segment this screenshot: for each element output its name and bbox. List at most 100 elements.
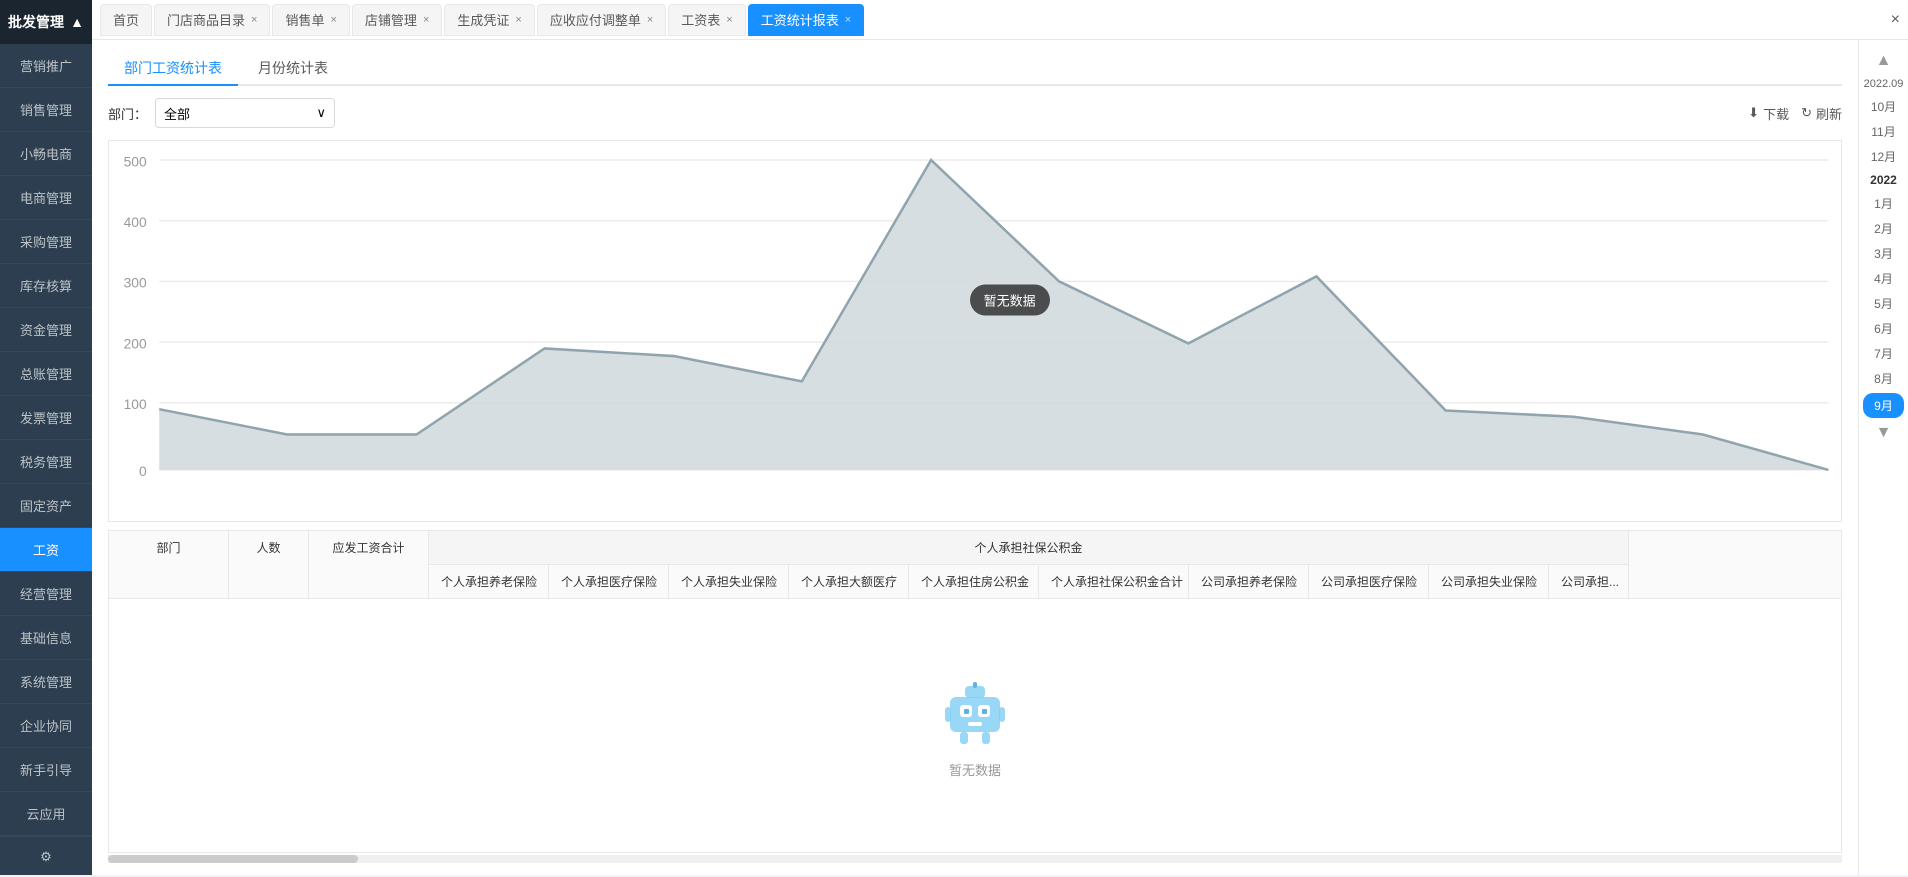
sidebar-item-工资[interactable]: 工资 — [0, 528, 92, 572]
sidebar-item-税务管理[interactable]: 税务管理 — [0, 440, 92, 484]
timeline-item-3月[interactable]: 3月 — [1859, 241, 1908, 266]
svg-text:100: 100 — [124, 396, 147, 412]
tab-close-icon[interactable]: × — [515, 14, 521, 26]
tab-首页[interactable]: 首页 — [100, 4, 152, 36]
tab-工资表[interactable]: 工资表 × — [668, 4, 745, 36]
refresh-icon: ↻ — [1801, 105, 1812, 121]
timeline-item-5月[interactable]: 5月 — [1859, 291, 1908, 316]
sidebar-item-营销推广[interactable]: 营销推广 — [0, 44, 92, 88]
chart-area: 500 400 300 200 100 0 — [108, 140, 1842, 522]
table-header-col-公司承担医疗保险: 公司承担医疗保险 — [1309, 565, 1429, 598]
timeline-item-6月[interactable]: 6月 — [1859, 316, 1908, 341]
horizontal-scrollbar[interactable] — [108, 855, 1842, 863]
table-header-人数: 人数 — [229, 531, 309, 598]
table-header-col-个人承担社保公积金合计: 个人承担社保公积金合计 — [1039, 565, 1189, 598]
tab-close-icon[interactable]: × — [726, 14, 732, 26]
sidebar-footer-settings[interactable]: ⚙ — [0, 836, 92, 877]
timeline-item-8月[interactable]: 8月 — [1859, 366, 1908, 391]
timeline-item-4月[interactable]: 4月 — [1859, 266, 1908, 291]
table-body: 暂无数据 — [109, 599, 1841, 852]
inner-content: 部门工资统计表月份统计表 部门： 全部 ∨ ⬇ 下载 ↻ — [92, 40, 1858, 875]
tab-生成凭证[interactable]: 生成凭证× — [444, 4, 534, 36]
timeline-sidebar: ▲ 2022.09 10月11月12月20221月2月3月4月5月6月7月8月9… — [1858, 40, 1908, 875]
timeline-item-12月[interactable]: 12月 — [1859, 144, 1908, 169]
sidebar-item-固定资产[interactable]: 固定资产 — [0, 484, 92, 528]
sidebar-items: 营销推广销售管理小畅电商电商管理采购管理库存核算资金管理总账管理发票管理税务管理… — [0, 44, 92, 836]
sidebar-item-采购管理[interactable]: 采购管理 — [0, 220, 92, 264]
sidebar-item-小畅电商[interactable]: 小畅电商 — [0, 132, 92, 176]
table-header-group-social: 个人承担社保公积金个人承担养老保险个人承担医疗保险个人承担失业保险个人承担大额医… — [429, 531, 1629, 598]
sidebar-item-资金管理[interactable]: 资金管理 — [0, 308, 92, 352]
timeline-item-1月[interactable]: 1月 — [1859, 191, 1908, 216]
refresh-label: 刷新 — [1816, 104, 1842, 123]
sidebar-item-系统管理[interactable]: 系统管理 — [0, 660, 92, 704]
tab-label: 应收应付调整单 — [550, 10, 641, 29]
tab-label: 首页 — [113, 10, 139, 29]
sidebar-item-总账管理[interactable]: 总账管理 — [0, 352, 92, 396]
no-data-area: 暂无数据 — [935, 672, 1015, 779]
tab-close-icon[interactable]: × — [647, 14, 653, 26]
timeline-year-header: 2022.09 — [1862, 74, 1906, 94]
tab-门店商品目录[interactable]: 门店商品目录× — [154, 4, 270, 36]
timeline-item-10月[interactable]: 10月 — [1859, 94, 1908, 119]
timeline-item-7月[interactable]: 7月 — [1859, 341, 1908, 366]
table-group-title: 个人承担社保公积金 — [429, 531, 1629, 565]
sidebar-item-基础信息[interactable]: 基础信息 — [0, 616, 92, 660]
sub-tab-部门工资统计表[interactable]: 部门工资统计表 — [108, 52, 238, 86]
table-area: 部门人数应发工资合计个人承担社保公积金个人承担养老保险个人承担医疗保险个人承担失… — [108, 530, 1842, 853]
sidebar-item-销售管理[interactable]: 销售管理 — [0, 88, 92, 132]
sidebar-item-企业协同[interactable]: 企业协同 — [0, 704, 92, 748]
timeline-item-2月[interactable]: 2月 — [1859, 216, 1908, 241]
toolbar-buttons: ⬇ 下载 ↻ 刷新 — [1748, 104, 1842, 123]
sidebar-header[interactable]: 批发管理 ▲ — [0, 0, 92, 44]
tab-应收应付调整单[interactable]: 应收应付调整单 × — [537, 4, 666, 36]
svg-text:0: 0 — [139, 463, 147, 479]
sidebar-item-电商管理[interactable]: 电商管理 — [0, 176, 92, 220]
timeline-down-arrow[interactable]: ▼ — [1872, 420, 1896, 446]
timeline-item-11月[interactable]: 11月 — [1859, 119, 1908, 144]
tab-close-icon[interactable]: × — [423, 14, 429, 26]
sidebar-item-新手引导[interactable]: 新手引导 — [0, 748, 92, 792]
close-all-tabs-button[interactable]: × — [1891, 11, 1900, 29]
tab-label: 工资表 — [681, 10, 720, 29]
chart-no-data-text: 暂无数据 — [984, 294, 1036, 309]
dept-filter: 部门： 全部 ∨ — [108, 98, 335, 128]
sub-tab-月份统计表[interactable]: 月份统计表 — [242, 52, 344, 86]
sidebar-item-库存核算[interactable]: 库存核算 — [0, 264, 92, 308]
table-header-col-个人承担医疗保险: 个人承担医疗保险 — [549, 565, 669, 598]
sidebar-title: 批发管理 — [8, 12, 64, 32]
timeline-item-2022[interactable]: 2022 — [1859, 169, 1908, 191]
svg-text:200: 200 — [124, 335, 147, 351]
dept-label: 部门： — [108, 104, 147, 123]
refresh-button[interactable]: ↻ 刷新 — [1801, 104, 1842, 123]
table-header-col-个人承担养老保险: 个人承担养老保险 — [429, 565, 549, 598]
sidebar-item-发票管理[interactable]: 发票管理 — [0, 396, 92, 440]
sidebar-item-经营管理[interactable]: 经营管理 — [0, 572, 92, 616]
tab-店铺管理[interactable]: 店铺管理 × — [352, 4, 442, 36]
download-icon: ⬇ — [1748, 105, 1759, 121]
table-header-col-个人承担大额医疗: 个人承担大额医疗 — [789, 565, 909, 598]
dept-select[interactable]: 全部 ∨ — [155, 98, 335, 128]
table-header-col-个人承担住房公积金: 个人承担住房公积金 — [909, 565, 1039, 598]
tab-销售单[interactable]: 销售单 × — [272, 4, 349, 36]
sidebar-arrow-icon: ▲ — [70, 14, 84, 30]
download-button[interactable]: ⬇ 下载 — [1748, 104, 1789, 123]
tab-close-icon[interactable]: × — [251, 14, 257, 26]
tab-工资统计报表[interactable]: 工资统计报表× — [748, 4, 864, 36]
tab-label: 店铺管理 — [365, 10, 417, 29]
table-header-col-公司承担养老保险: 公司承担养老保险 — [1189, 565, 1309, 598]
page-content: 部门工资统计表月份统计表 部门： 全部 ∨ ⬇ 下载 ↻ — [92, 40, 1908, 875]
main-content: 首页门店商品目录×销售单×店铺管理×生成凭证×应收应付调整单×工资表×工资统计报… — [92, 0, 1908, 875]
tabbar: 首页门店商品目录×销售单×店铺管理×生成凭证×应收应付调整单×工资表×工资统计报… — [92, 0, 1908, 40]
chart-no-data-tooltip: 暂无数据 — [970, 285, 1050, 316]
table-header-col-公司承担...: 公司承担... — [1549, 565, 1629, 598]
tab-close-icon[interactable]: × — [845, 14, 851, 26]
sidebar-item-云应用[interactable]: 云应用 — [0, 792, 92, 836]
tab-close-icon[interactable]: × — [330, 14, 336, 26]
table-no-data-text: 暂无数据 — [949, 760, 1001, 779]
download-label: 下载 — [1763, 104, 1789, 123]
tab-label: 销售单 — [285, 10, 324, 29]
timeline-item-9月[interactable]: 9月 — [1863, 393, 1904, 418]
timeline-up-arrow[interactable]: ▲ — [1872, 48, 1896, 74]
scroll-thumb[interactable] — [108, 855, 358, 863]
